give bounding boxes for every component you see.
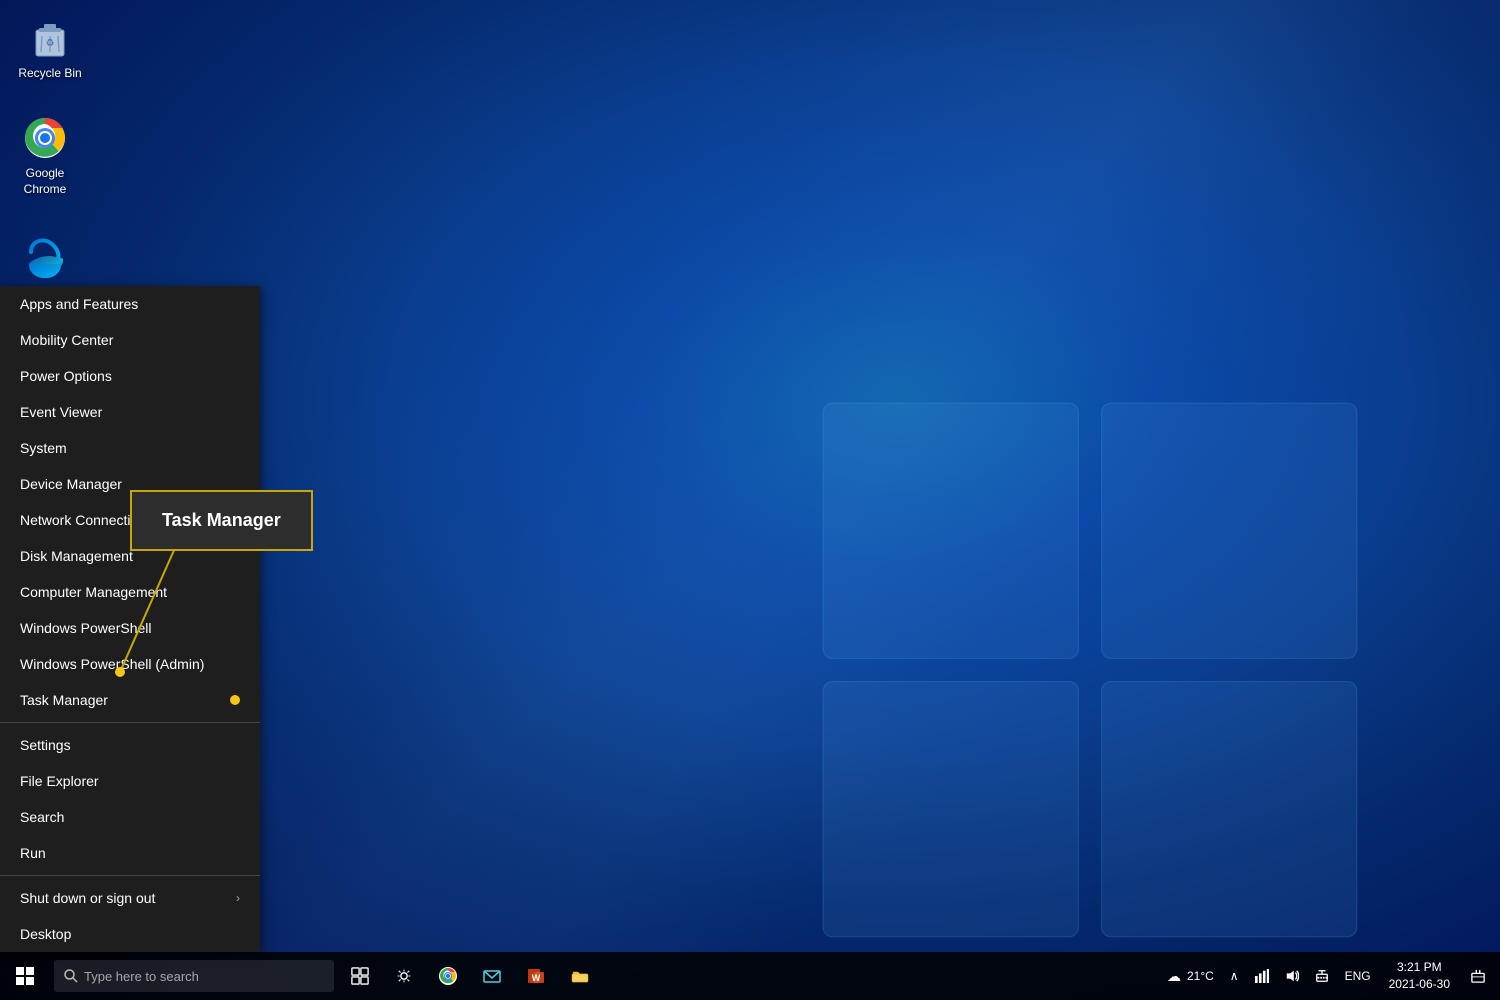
- clock-area[interactable]: 3:21 PM 2021-06-30: [1379, 952, 1460, 1000]
- context-menu: Apps and Features Mobility Center Power …: [0, 286, 260, 952]
- ethernet-icon: [1315, 969, 1329, 983]
- notification-icon: [1471, 969, 1485, 983]
- menu-item-computer-management[interactable]: Computer Management: [0, 574, 260, 610]
- taskbar: Type here to search: [0, 952, 1500, 1000]
- system-tray-area[interactable]: ☁ 21°C: [1159, 952, 1222, 1000]
- language-area[interactable]: ENG: [1337, 952, 1379, 1000]
- settings-icon: [395, 967, 413, 985]
- search-icon: [64, 969, 78, 983]
- clock-date: 2021-06-30: [1389, 976, 1450, 993]
- menu-divider-1: [0, 722, 260, 723]
- windows-logo-bg: [800, 380, 1380, 960]
- svg-text:W: W: [532, 973, 541, 983]
- desktop: ♻ Recycle Bin Google Chrome: [0, 0, 1500, 1000]
- language-label: ENG: [1345, 969, 1371, 983]
- menu-item-apps-features[interactable]: Apps and Features: [0, 286, 260, 322]
- menu-divider-2: [0, 875, 260, 876]
- menu-item-mobility-center[interactable]: Mobility Center: [0, 322, 260, 358]
- chevron-up-icon: ∧: [1230, 969, 1239, 983]
- mail-icon: [482, 966, 502, 986]
- sound-icon: [1285, 969, 1299, 983]
- taskbar-chrome-icon[interactable]: [426, 952, 470, 1000]
- office-icon: W: [526, 966, 546, 986]
- notification-button[interactable]: [1460, 952, 1496, 1000]
- taskbar-mail-icon[interactable]: [470, 952, 514, 1000]
- menu-item-file-explorer[interactable]: File Explorer: [0, 763, 260, 799]
- taskbar-file-explorer-icon[interactable]: [558, 952, 602, 1000]
- temperature: 21°C: [1187, 969, 1214, 983]
- menu-item-task-manager[interactable]: Task Manager: [0, 682, 260, 718]
- svg-text:♻: ♻: [46, 38, 55, 49]
- start-button[interactable]: [0, 952, 50, 1000]
- google-chrome-label: Google Chrome: [9, 166, 81, 197]
- google-chrome-icon[interactable]: Google Chrome: [5, 110, 85, 201]
- recycle-bin-label: Recycle Bin: [18, 66, 81, 82]
- weather-icon: ☁: [1167, 968, 1181, 985]
- task-manager-yellow-dot: [230, 695, 240, 705]
- search-placeholder: Type here to search: [84, 969, 199, 984]
- network-icon-area[interactable]: [1247, 952, 1277, 1000]
- sound-icon-area[interactable]: [1277, 952, 1307, 1000]
- menu-item-run[interactable]: Run: [0, 835, 260, 871]
- menu-item-windows-powershell-admin[interactable]: Windows PowerShell (Admin): [0, 646, 260, 682]
- menu-item-search[interactable]: Search: [0, 799, 260, 835]
- menu-item-windows-powershell[interactable]: Windows PowerShell: [0, 610, 260, 646]
- task-view-icon: [351, 967, 369, 985]
- tray-icons-area[interactable]: ∧: [1222, 952, 1247, 1000]
- file-explorer-icon: [570, 966, 590, 986]
- chrome-taskbar-icon: [438, 966, 458, 986]
- menu-item-settings[interactable]: Settings: [0, 727, 260, 763]
- menu-item-power-options[interactable]: Power Options: [0, 358, 260, 394]
- menu-item-system[interactable]: System: [0, 430, 260, 466]
- taskbar-settings-icon[interactable]: [382, 952, 426, 1000]
- task-view-button[interactable]: [338, 952, 382, 1000]
- recycle-bin-icon[interactable]: ♻ Recycle Bin: [10, 10, 90, 86]
- menu-item-shut-down[interactable]: Shut down or sign out ›: [0, 880, 260, 916]
- taskbar-search[interactable]: Type here to search: [54, 960, 334, 992]
- clock-time: 3:21 PM: [1397, 959, 1442, 976]
- menu-item-event-viewer[interactable]: Event Viewer: [0, 394, 260, 430]
- network-wired-icon[interactable]: [1307, 952, 1337, 1000]
- task-manager-tooltip: Task Manager: [130, 490, 313, 551]
- shut-down-arrow: ›: [236, 891, 240, 905]
- network-icon: [1255, 969, 1269, 983]
- taskbar-office-icon[interactable]: W: [514, 952, 558, 1000]
- menu-item-desktop[interactable]: Desktop: [0, 916, 260, 952]
